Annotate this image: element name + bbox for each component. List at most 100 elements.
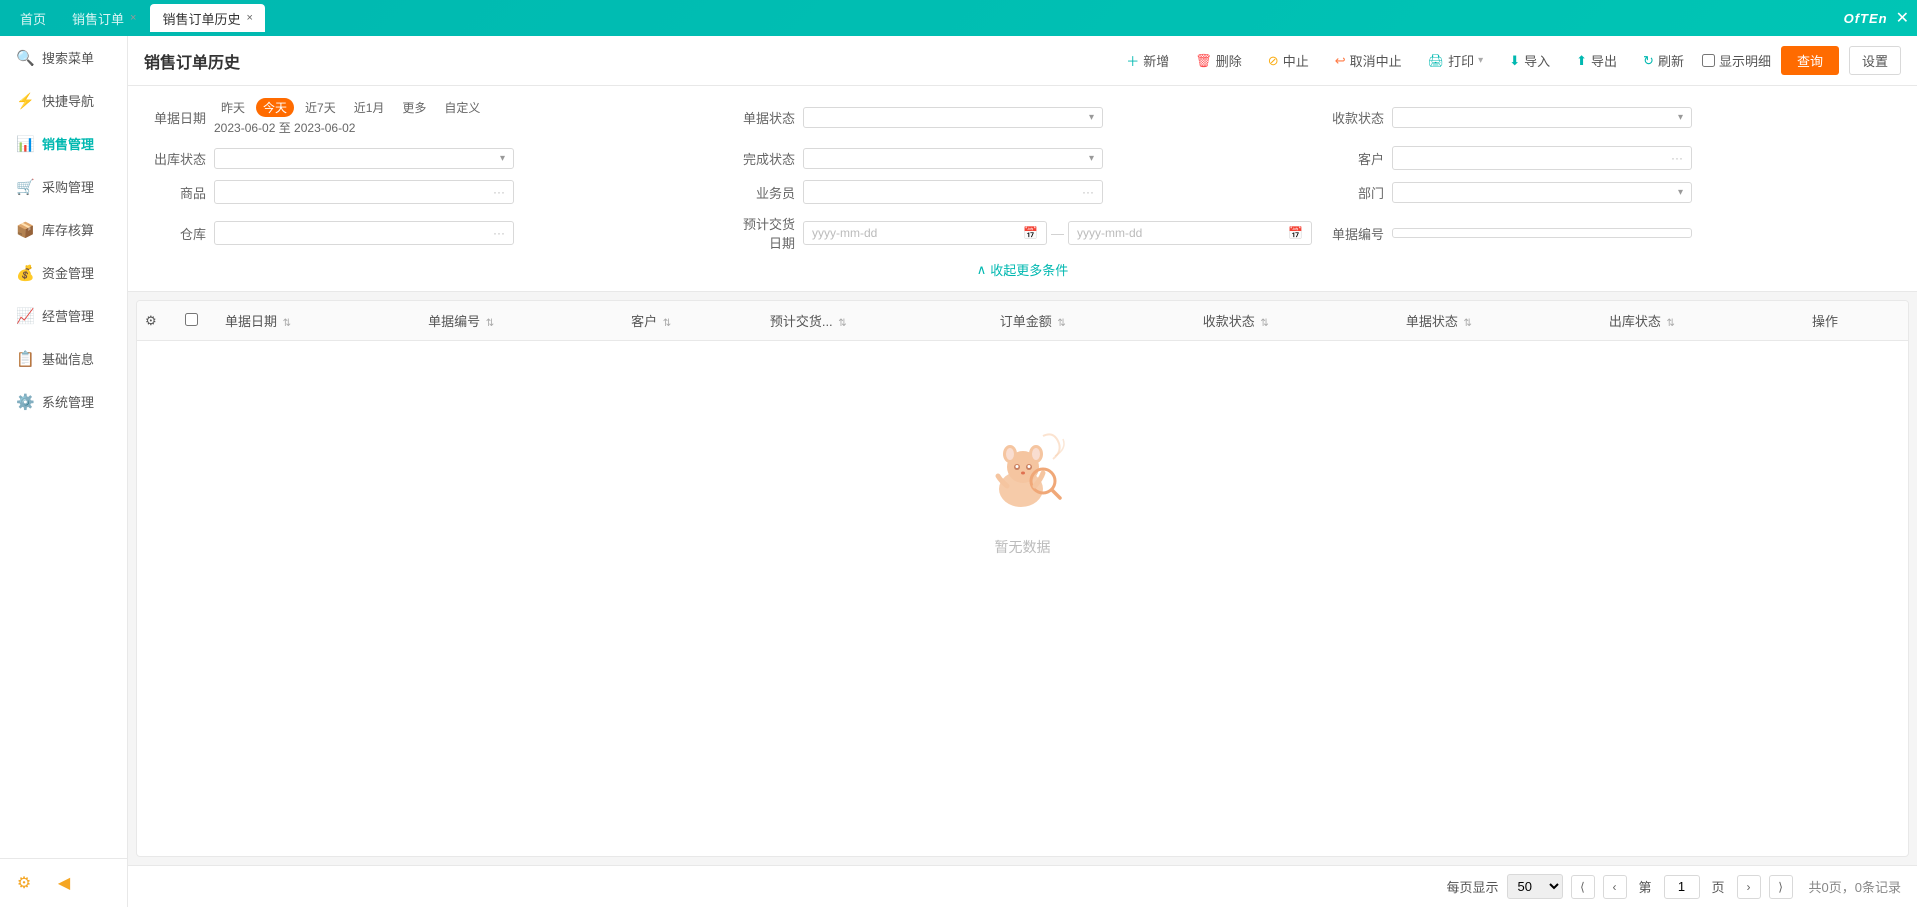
window-close-btn[interactable]: ✕ [1896,8,1909,28]
sidebar-item-finance[interactable]: 💰 资金管理 [0,251,127,294]
sales-icon: 📊 [16,135,34,153]
brand-label: OfTEn [1844,11,1888,26]
sidebar-item-operations[interactable]: 📈 经营管理 [0,294,127,337]
print-arrow: ▾ [1478,55,1483,66]
cancel-icon: ↩ [1335,53,1346,69]
total-text: 共0页，0条记录 [1809,877,1901,896]
quicknav-icon: ⚡ [16,92,34,110]
salesperson-dots: ··· [1082,185,1094,199]
page-suffix: 页 [1712,877,1725,896]
empty-illustration [973,421,1073,521]
toolbar: ＋ 新增 🗑 删除 ⊘ 中止 ↩ 取消中止 🖨 打印 [1118,46,1901,85]
date-tag-1month[interactable]: 近1月 [347,98,392,117]
filter-product: 商品 ··· [144,180,723,204]
last-page-btn[interactable]: ⟩ [1769,875,1793,899]
add-button[interactable]: ＋ 新增 [1118,47,1177,74]
expected-date-start[interactable]: yyyy-mm-dd 📅 [803,221,1047,245]
stop-button[interactable]: ⊘ 中止 [1260,47,1317,74]
customer-dots: ··· [1671,151,1683,165]
export-button[interactable]: ⬆ 导出 [1568,47,1625,74]
expected-date-end[interactable]: yyyy-mm-dd 📅 [1068,221,1312,245]
receipt-status-select[interactable]: ▾ [1392,107,1692,128]
date-tag-yesterday[interactable]: 昨天 [214,98,252,117]
tab-sales-order[interactable]: 销售订单 × [60,4,148,32]
sidebar-collapse-btn[interactable]: ◀ [48,867,80,899]
th-expected-delivery[interactable]: 预计交货... ⇅ [762,301,992,341]
collapse-bar[interactable]: ∧ 收起更多条件 [144,260,1901,279]
outbound-status-select[interactable]: ▾ [214,148,514,169]
filter-bill-status: 单据状态 ▾ [733,98,1312,136]
collapse-up-icon: ∧ [977,262,987,278]
outbound-arrow: ▾ [500,153,505,164]
purchase-icon: 🛒 [16,178,34,196]
th-checkbox[interactable] [177,301,217,341]
sort-bill-number-icon: ⇅ [486,318,494,329]
filter-area: 单据日期 昨天 今天 近7天 近1月 更多 自定义 2023-06-02 至 2… [128,86,1917,292]
th-customer[interactable]: 客户 ⇅ [623,301,762,341]
th-bill-number[interactable]: 单据编号 ⇅ [420,301,623,341]
th-outbound-status[interactable]: 出库状态 ⇅ [1601,301,1804,341]
warehouse-input[interactable]: ··· [214,221,514,245]
sidebar-item-search[interactable]: 🔍 搜索菜单 [0,36,127,79]
customer-input[interactable]: ··· [1392,146,1692,170]
empty-text: 暂无数据 [995,537,1051,557]
refresh-button[interactable]: ↻ 刷新 [1635,47,1692,74]
sidebar-item-purchase[interactable]: 🛒 采购管理 [0,165,127,208]
next-page-btn[interactable]: › [1737,875,1761,899]
date-tag-custom[interactable]: 自定义 [437,98,487,117]
sidebar-item-quicknav[interactable]: ⚡ 快捷导航 [0,79,127,122]
sidebar-item-system[interactable]: ⚙️ 系统管理 [0,380,127,423]
system-icon: ⚙️ [16,393,34,411]
import-icon: ⬇ [1509,53,1520,69]
bill-number-input[interactable] [1392,228,1692,238]
prev-page-btn[interactable]: ‹ [1603,875,1627,899]
filter-row-4: 仓库 ··· 预计交货日期 yyyy-mm-dd 📅 — yyyy [144,214,1901,252]
setting-button[interactable]: 设置 [1849,46,1901,75]
department-select[interactable]: ▾ [1392,182,1692,203]
receipt-status-arrow: ▾ [1678,112,1683,123]
display-detail-checkbox[interactable]: 显示明细 [1702,51,1771,70]
page-number-input[interactable] [1664,875,1700,899]
select-all-checkbox[interactable] [185,313,198,326]
first-page-btn[interactable]: ⟨ [1571,875,1595,899]
data-table: ⚙ 单据日期 ⇅ 单据编号 ⇅ 客户 ⇅ [137,301,1908,637]
close-tab-sales-order[interactable]: × [130,13,136,24]
print-button[interactable]: 🖨 打印 ▾ [1420,47,1492,74]
date-tag-more[interactable]: 更多 [395,98,433,117]
salesperson-input[interactable]: ··· [803,180,1103,204]
complete-arrow: ▾ [1089,153,1094,164]
tab-home[interactable]: 首页 [8,4,58,32]
delete-button[interactable]: 🗑 删除 [1187,47,1250,74]
filter-row-2: 出库状态 ▾ 完成状态 ▾ 客户 ··· [144,146,1901,170]
bill-status-select[interactable]: ▾ [803,107,1103,128]
date-tags: 昨天 今天 近7天 近1月 更多 自定义 [214,98,723,117]
th-bill-status[interactable]: 单据状态 ⇅ [1398,301,1601,341]
sidebar-item-inventory[interactable]: 📦 库存核算 [0,208,127,251]
filter-receipt-status: 收款状态 ▾ [1322,98,1901,136]
date-tag-7days[interactable]: 近7天 [298,98,343,117]
date-range-display: 2023-06-02 至 2023-06-02 [214,119,723,136]
query-button[interactable]: 查询 [1781,46,1839,75]
content-area: 销售订单历史 ＋ 新增 🗑 删除 ⊘ 中止 ↩ 取消中止 [128,36,1917,907]
th-receipt-status[interactable]: 收款状态 ⇅ [1195,301,1398,341]
cancel-stop-button[interactable]: ↩ 取消中止 [1327,47,1410,74]
sidebar-item-sales[interactable]: 📊 销售管理 [0,122,127,165]
main-layout: 🔍 搜索菜单 ⚡ 快捷导航 📊 销售管理 🛒 采购管理 📦 库存核算 💰 资金管… [0,36,1917,907]
sidebar-item-basic-info[interactable]: 📋 基础信息 [0,337,127,380]
th-order-amount[interactable]: 订单金额 ⇅ [992,301,1195,341]
import-button[interactable]: ⬇ 导入 [1501,47,1558,74]
th-bill-date[interactable]: 单据日期 ⇅ [217,301,420,341]
th-settings[interactable]: ⚙ [137,301,177,341]
close-tab-sales-history[interactable]: × [246,13,252,24]
export-icon: ⬆ [1576,53,1587,69]
per-page-select[interactable]: 10 20 50 100 [1507,874,1563,899]
warehouse-dots: ··· [493,226,505,240]
date-separator: — [1051,226,1064,241]
date-tag-today[interactable]: 今天 [256,98,294,117]
calendar-end-icon: 📅 [1288,226,1303,240]
complete-status-select[interactable]: ▾ [803,148,1103,169]
product-input[interactable]: ··· [214,180,514,204]
sidebar-settings-btn[interactable]: ⚙ [8,867,40,899]
tab-sales-history[interactable]: 销售订单历史 × [150,4,264,32]
display-detail-input[interactable] [1702,54,1715,67]
